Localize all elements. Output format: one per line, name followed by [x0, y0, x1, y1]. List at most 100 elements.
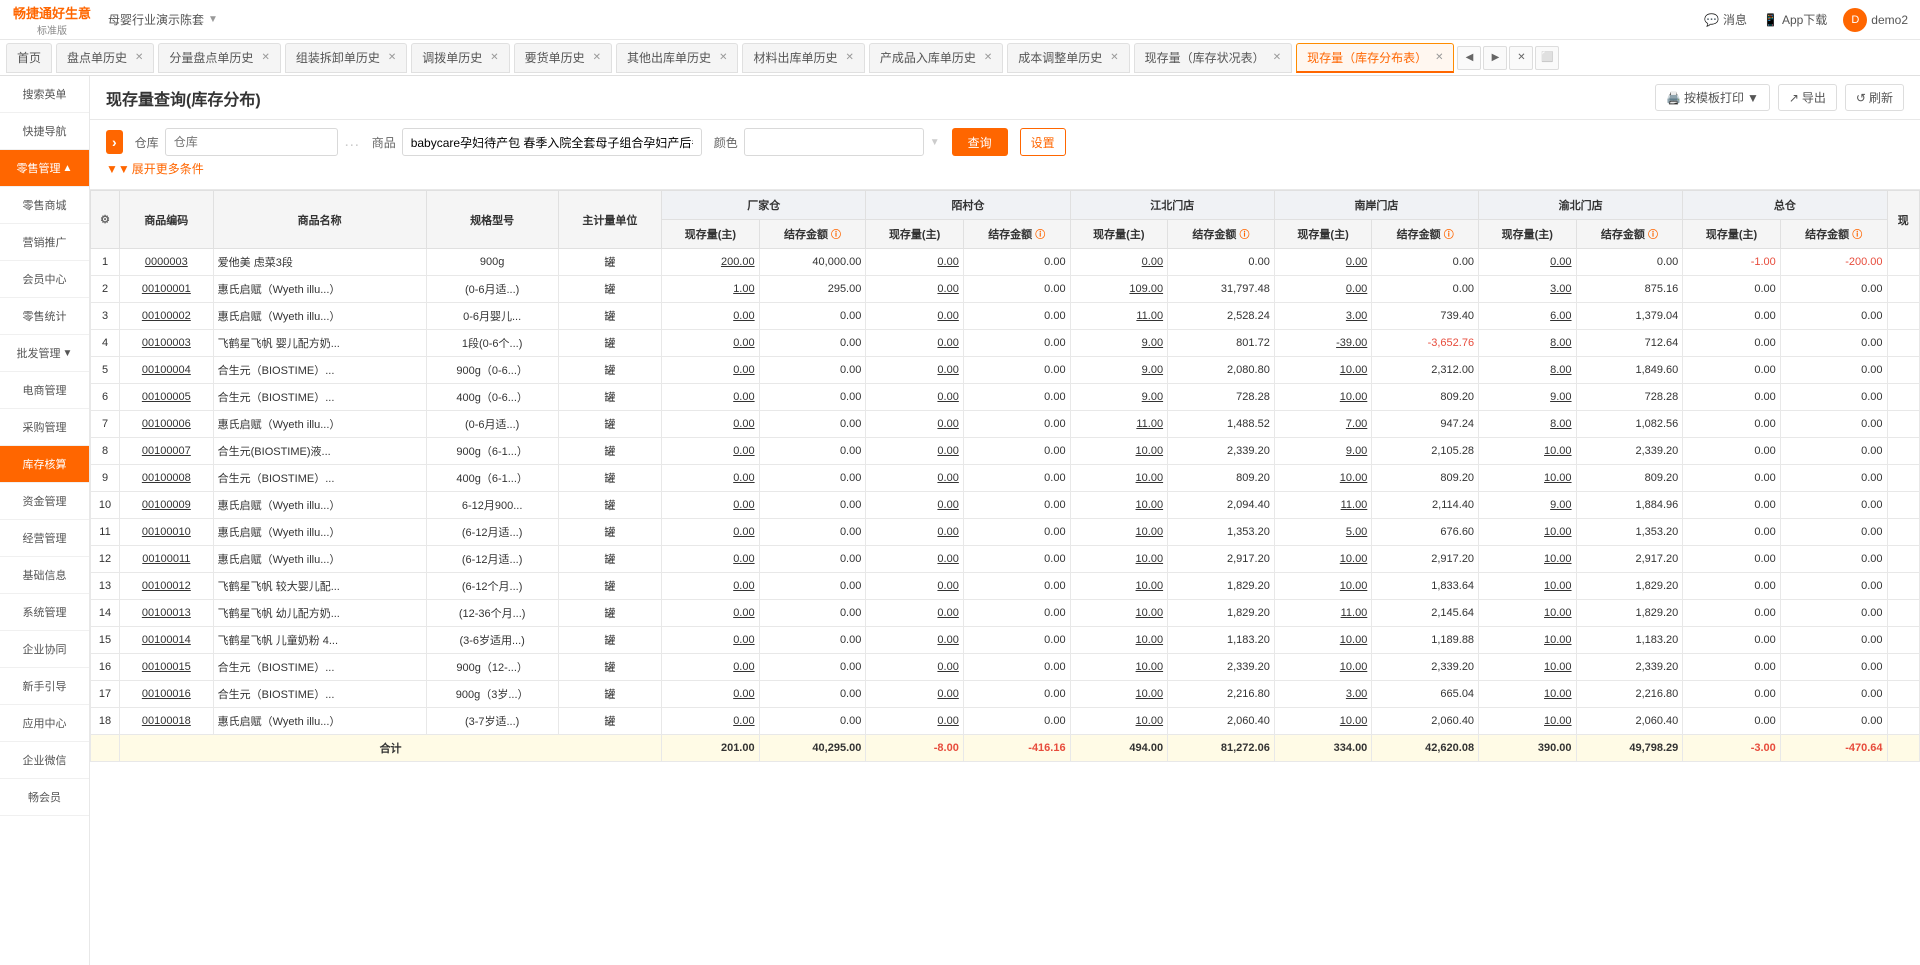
tab-purchase-order[interactable]: 要货单历史✕: [514, 43, 612, 73]
cell-no: 18: [91, 708, 120, 735]
sidebar-item-member[interactable]: 会员中心: [0, 261, 89, 298]
cell-jb-amt: 1,353.20: [1168, 519, 1275, 546]
setting-btn[interactable]: 设置: [1020, 128, 1066, 156]
tab-close-stocktake[interactable]: ✕: [135, 52, 143, 63]
tab-close-stock-status[interactable]: ✕: [1273, 52, 1281, 63]
sidebar-item-ecommerce[interactable]: 电商管理: [0, 372, 89, 409]
cell-jb-amt: 31,797.48: [1168, 276, 1275, 303]
expand-more-btn[interactable]: ▼▼ 展开更多条件: [106, 160, 204, 177]
cell-factory-qty: 0.00: [662, 519, 759, 546]
message-btn[interactable]: 💬 消息: [1704, 11, 1747, 28]
cell-spec: (0-6月适...): [426, 411, 558, 438]
tab-close-bundle[interactable]: ✕: [388, 52, 396, 63]
user-avatar[interactable]: D demo2: [1843, 8, 1908, 32]
cell-factory-amt: 0.00: [759, 573, 866, 600]
tab-stocktake[interactable]: 盘点单历史✕: [56, 43, 154, 73]
tab-bundle[interactable]: 组装拆卸单历史✕: [285, 43, 407, 73]
sidebar-item-finance[interactable]: 资金管理: [0, 483, 89, 520]
tab-close-stock-dist[interactable]: ✕: [1435, 52, 1443, 63]
tab-next-btn[interactable]: ▶: [1483, 46, 1507, 70]
sidebar-item-corp-wechat[interactable]: 企业微信: [0, 742, 89, 779]
tab-close-product-in[interactable]: ✕: [984, 52, 992, 63]
settings-icon[interactable]: ⚙: [95, 210, 115, 230]
tab-close-material-out[interactable]: ✕: [845, 52, 853, 63]
tab-close-other-out[interactable]: ✕: [719, 52, 727, 63]
color-input[interactable]: [744, 128, 924, 156]
cell-yb-amt: 875.16: [1576, 276, 1683, 303]
sidebar-item-search[interactable]: 搜索英单: [0, 76, 89, 113]
sidebar-item-operation[interactable]: 经营管理: [0, 520, 89, 557]
cell-total-amt: 0.00: [1780, 627, 1887, 654]
tab-maximize-btn[interactable]: ⬜: [1535, 46, 1559, 70]
tab-product-in[interactable]: 产成品入库单历史✕: [869, 43, 1003, 73]
warehouse-input[interactable]: [165, 128, 338, 156]
table-area[interactable]: ⚙ 商品编码 商品名称 规格型号 主计量单位 厂家仓 陌村仓 江北门店 南岸门店…: [90, 190, 1920, 965]
cell-na-qty: 10.00: [1274, 357, 1371, 384]
cell-total-amt: -200.00: [1780, 249, 1887, 276]
cell-name: 合生元（BIOSTIME）...: [213, 681, 426, 708]
sidebar-item-marketing[interactable]: 营销推广: [0, 224, 89, 261]
cell-factory-qty: 0.00: [662, 303, 759, 330]
warehouse-ellipsis[interactable]: …: [344, 133, 360, 151]
sidebar-item-app-center[interactable]: 应用中心: [0, 705, 89, 742]
tab-close-cost-adjust[interactable]: ✕: [1110, 52, 1118, 63]
cell-mocun-amt: 0.00: [963, 249, 1070, 276]
tab-close-split-stocktake[interactable]: ✕: [261, 52, 269, 63]
filter-toggle-btn[interactable]: ›: [106, 130, 123, 154]
export-btn[interactable]: ↗ 导出: [1778, 84, 1837, 111]
cell-yb-qty: 9.00: [1479, 492, 1576, 519]
sidebar-item-nav[interactable]: 快捷导航: [0, 113, 89, 150]
sidebar-item-inventory[interactable]: 库存核算: [0, 446, 89, 483]
app-download-btn[interactable]: 📱 App下载: [1763, 11, 1827, 28]
sidebar-item-basic[interactable]: 基础信息: [0, 557, 89, 594]
th-nanan-store: 南岸门店: [1274, 191, 1478, 220]
tab-cost-adjust[interactable]: 成本调整单历史✕: [1007, 43, 1129, 73]
sidebar-item-purchase[interactable]: 采购管理: [0, 409, 89, 446]
tab-stock-status[interactable]: 现存量（库存状况表）✕: [1134, 43, 1292, 73]
print-btn[interactable]: 🖨️ 按模板打印 ▼: [1655, 84, 1770, 111]
query-btn[interactable]: 查询: [952, 128, 1008, 156]
cell-unit: 罐: [558, 411, 661, 438]
cell-spec: 400g（6-1...）: [426, 465, 558, 492]
cell-na-qty: 10.00: [1274, 546, 1371, 573]
refresh-btn[interactable]: ↺ 刷新: [1845, 84, 1904, 111]
tab-split-stocktake[interactable]: 分量盘点单历史✕: [158, 43, 280, 73]
tab-other-out[interactable]: 其他出库单历史✕: [616, 43, 738, 73]
sidebar-item-retail[interactable]: 零售管理 ▲: [0, 150, 89, 187]
cell-factory-amt: 40,000.00: [759, 249, 866, 276]
color-dropdown-icon[interactable]: ▼: [930, 137, 940, 148]
cell-total-amt: 0.00: [1780, 276, 1887, 303]
sidebar-item-wholesale[interactable]: 批发管理 ▼: [0, 335, 89, 372]
summary-row: 合计 201.00 40,295.00 -8.00 -416.16 494.00…: [91, 735, 1920, 762]
goods-filter: 商品: [372, 128, 702, 156]
cell-na-qty: 11.00: [1274, 492, 1371, 519]
summary-factory-amt: 40,295.00: [759, 735, 866, 762]
sidebar-item-guide[interactable]: 新手引导: [0, 668, 89, 705]
tab-close-all-btn[interactable]: ✕: [1509, 46, 1533, 70]
sidebar-item-system[interactable]: 系统管理: [0, 594, 89, 631]
cell-yb-amt: 1,183.20: [1576, 627, 1683, 654]
sidebar-item-vip[interactable]: 畅会员: [0, 779, 89, 816]
th-settings[interactable]: ⚙: [91, 191, 120, 249]
cell-jb-amt: 0.00: [1168, 249, 1275, 276]
cell-yb-qty: 8.00: [1479, 411, 1576, 438]
industry-selector[interactable]: 母婴行业演示陈套 ▼: [108, 11, 218, 28]
tab-material-out[interactable]: 材料出库单历史✕: [742, 43, 864, 73]
cell-na-qty: 10.00: [1274, 384, 1371, 411]
tab-close-purchase-order[interactable]: ✕: [593, 52, 601, 63]
tab-home[interactable]: 首页: [6, 43, 52, 73]
tab-transfer[interactable]: 调拨单历史✕: [411, 43, 509, 73]
goods-input[interactable]: [402, 128, 702, 156]
color-filter: 颜色 ▼: [714, 128, 940, 156]
cell-na-qty: 3.00: [1274, 681, 1371, 708]
cell-yb-amt: 1,353.20: [1576, 519, 1683, 546]
cell-no: 5: [91, 357, 120, 384]
sidebar-item-corp[interactable]: 企业协同: [0, 631, 89, 668]
sidebar-item-retail-stats[interactable]: 零售统计: [0, 298, 89, 335]
sidebar-item-retail-shop[interactable]: 零售商城: [0, 187, 89, 224]
tab-prev-btn[interactable]: ◀: [1457, 46, 1481, 70]
cell-unit: 罐: [558, 627, 661, 654]
th-yb-amt: 结存金额 ⓘ: [1576, 220, 1683, 249]
tab-stock-dist[interactable]: 现存量（库存分布表）✕: [1296, 43, 1454, 73]
tab-close-transfer[interactable]: ✕: [490, 52, 498, 63]
